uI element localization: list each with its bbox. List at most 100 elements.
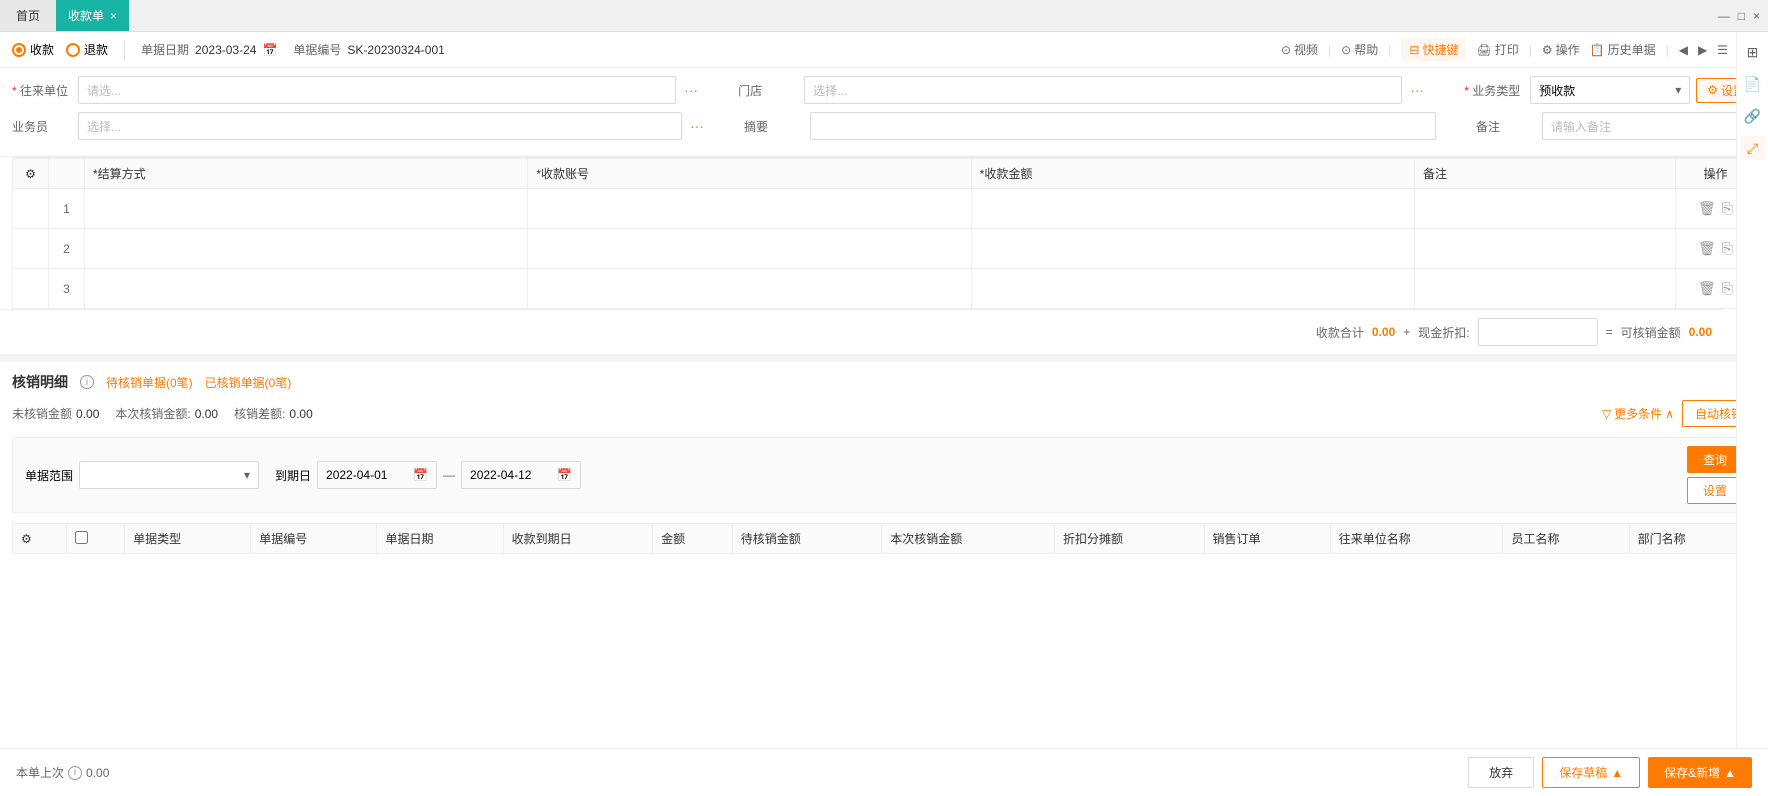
date-from-input[interactable]: 2022-04-01 📅 bbox=[317, 461, 437, 489]
business-type-field: * 业务类型 预收款 ▾ ⚙ 设置 bbox=[1464, 76, 1756, 104]
row-1-delete-icon[interactable]: 🗑 bbox=[1698, 200, 1716, 217]
filter-set-btn[interactable]: 设置 bbox=[1687, 477, 1743, 504]
salesperson-more-btn[interactable]: ··· bbox=[690, 118, 704, 134]
salesperson-input[interactable]: 选择... bbox=[78, 112, 682, 140]
business-type-label: * 业务类型 bbox=[1464, 82, 1524, 99]
view-list-icon[interactable]: ☰ bbox=[1717, 43, 1728, 57]
save-new-button[interactable]: 保存&新增 ▲ bbox=[1648, 757, 1752, 788]
bottom-info-icon[interactable]: i bbox=[68, 766, 82, 780]
select-all-checkbox[interactable] bbox=[75, 531, 88, 544]
bottom-table: ⚙ 单据类型 单据编号 单据日期 收款到期日 金额 待核销金额 本次核销金额 折… bbox=[12, 523, 1756, 554]
cash-discount-input[interactable] bbox=[1478, 318, 1598, 346]
minimize-icon[interactable]: — bbox=[1718, 9, 1730, 23]
counterpart-input[interactable]: 请选... bbox=[78, 76, 676, 104]
sidebar-document-icon[interactable]: 📄 bbox=[1741, 72, 1765, 96]
nav-next-icon[interactable]: ▶ bbox=[1698, 43, 1707, 57]
radio-dot-tuikuan bbox=[66, 43, 80, 57]
row-2-delete-icon[interactable]: 🗑 bbox=[1698, 240, 1716, 257]
store-label: 门店 bbox=[738, 82, 798, 99]
row-3-account[interactable] bbox=[528, 269, 971, 309]
store-placeholder: 选择... bbox=[813, 82, 847, 99]
row-1-account[interactable] bbox=[528, 189, 971, 229]
remark-input[interactable]: 请输入备注 bbox=[1542, 112, 1756, 140]
th-settings[interactable]: ⚙ bbox=[13, 159, 49, 189]
main-content: 收款 退款 单据日期 2023-03-24 📅 单据编号 SK-20230324… bbox=[0, 32, 1768, 796]
salesperson-label: 业务员 bbox=[12, 118, 72, 135]
row-2-copy-icon[interactable]: ⎘ bbox=[1722, 240, 1733, 257]
row-1-amount[interactable] bbox=[971, 189, 1414, 229]
store-input[interactable]: 选择... bbox=[804, 76, 1402, 104]
calendar-icon[interactable]: 📅 bbox=[262, 43, 277, 57]
right-sidebar: ⊞ 📄 🔗 ⤢ bbox=[1736, 32, 1768, 748]
business-type-select[interactable]: 预收款 ▾ bbox=[1530, 76, 1690, 104]
shortcut-btn[interactable]: ⊟ 快捷键 bbox=[1401, 38, 1466, 61]
diff-stat: 核销差额: 0.00 bbox=[234, 405, 313, 422]
bth-type: 单据类型 bbox=[125, 524, 251, 554]
print-btn[interactable]: 🖨 打印 bbox=[1476, 41, 1518, 58]
row-2-amount[interactable] bbox=[971, 229, 1414, 269]
row-2-account[interactable] bbox=[528, 229, 971, 269]
sidebar-table-icon[interactable]: ⊞ bbox=[1741, 40, 1765, 64]
table-row: 2 🗑 ⎘ bbox=[13, 229, 1756, 269]
row-3-settlement[interactable] bbox=[85, 269, 528, 309]
table-row: 1 🗑 ⎘ bbox=[13, 189, 1756, 229]
done-tab[interactable]: 已核销单据(0笔) bbox=[205, 374, 292, 391]
bth-checkbox[interactable] bbox=[66, 524, 124, 554]
store-more-btn[interactable]: ··· bbox=[1410, 82, 1424, 98]
video-btn[interactable]: ⊙ 视频 bbox=[1281, 41, 1318, 58]
tab-close-icon[interactable]: × bbox=[110, 9, 117, 23]
form-area: * 往来单位 请选... ··· 门店 选择... ··· * bbox=[0, 68, 1768, 157]
summary-input[interactable] bbox=[810, 112, 1436, 140]
close-icon[interactable]: × bbox=[1753, 9, 1760, 23]
more-filter-btn[interactable]: ▽ 更多条件 ∧ bbox=[1602, 405, 1674, 422]
radio-shoukuan[interactable]: 收款 bbox=[12, 41, 54, 58]
save-draft-button[interactable]: 保存草稿 ▲ bbox=[1542, 757, 1640, 788]
row-3-num: 3 bbox=[49, 269, 85, 309]
radio-tuikuan[interactable]: 退款 bbox=[66, 41, 108, 58]
row-1-spacer bbox=[13, 189, 49, 229]
row-3-delete-icon[interactable]: 🗑 bbox=[1698, 280, 1716, 297]
query-btn[interactable]: 查询 bbox=[1687, 446, 1743, 473]
bth-settings[interactable]: ⚙ bbox=[13, 524, 67, 554]
sidebar-expand-icon[interactable]: ⤢ bbox=[1741, 136, 1765, 160]
tab-home[interactable]: 首页 bbox=[0, 0, 56, 31]
filter-btns: 查询 设置 bbox=[1687, 446, 1743, 504]
row-2-remark[interactable] bbox=[1414, 229, 1675, 269]
form-row-2: 业务员 选择... ··· 摘要 备注 请输入备注 bbox=[12, 112, 1756, 140]
reconcile-info-icon[interactable]: i bbox=[80, 375, 94, 389]
bth-due-date: 收款到期日 bbox=[503, 524, 652, 554]
row-2-settlement[interactable] bbox=[85, 229, 528, 269]
history-btn[interactable]: 📋 历史单据 bbox=[1590, 41, 1656, 58]
help-btn[interactable]: ⊙ 帮助 bbox=[1341, 41, 1378, 58]
th-num bbox=[49, 159, 85, 189]
tab-active[interactable]: 收款单 × bbox=[56, 0, 129, 31]
reconcile-header: 核销明细 i 待核销单据(0笔) 已核销单据(0笔) bbox=[12, 372, 1756, 392]
row-1-remark[interactable] bbox=[1414, 189, 1675, 229]
number-value: SK-20230324-001 bbox=[347, 43, 444, 57]
tab-bar: 首页 收款单 × — □ × bbox=[0, 0, 1768, 32]
row-3-copy-icon[interactable]: ⎘ bbox=[1722, 280, 1733, 297]
row-2-num: 2 bbox=[49, 229, 85, 269]
maximize-icon[interactable]: □ bbox=[1738, 9, 1745, 23]
diff-value: 0.00 bbox=[289, 407, 312, 421]
calendar-from-icon[interactable]: 📅 bbox=[413, 468, 428, 482]
counterpart-more-btn[interactable]: ··· bbox=[684, 82, 698, 98]
date-to-input[interactable]: 2022-04-12 📅 bbox=[461, 461, 581, 489]
sidebar-link-icon[interactable]: 🔗 bbox=[1741, 104, 1765, 128]
row-1-copy-icon[interactable]: ⎘ bbox=[1722, 200, 1733, 217]
abandon-button[interactable]: 放弃 bbox=[1468, 757, 1534, 788]
operation-btn[interactable]: ⚙ 操作 bbox=[1542, 41, 1580, 58]
bottom-label: 本单上次 bbox=[16, 764, 64, 781]
due-date-label: 到期日 bbox=[275, 467, 311, 484]
reconcile-section: 核销明细 i 待核销单据(0笔) 已核销单据(0笔) 未核销金额 0.00 本次… bbox=[0, 354, 1768, 796]
unchecked-value: 0.00 bbox=[76, 407, 99, 421]
sum-label1: 收款合计 bbox=[1316, 324, 1364, 341]
row-3-remark[interactable] bbox=[1414, 269, 1675, 309]
this-time-stat: 本次核销金额: 0.00 bbox=[115, 405, 218, 422]
range-select[interactable]: ▾ bbox=[79, 461, 259, 489]
pending-tab[interactable]: 待核销单据(0笔) bbox=[106, 374, 193, 391]
nav-prev-icon[interactable]: ◀ bbox=[1679, 43, 1688, 57]
row-3-amount[interactable] bbox=[971, 269, 1414, 309]
row-1-settlement[interactable] bbox=[85, 189, 528, 229]
calendar-to-icon[interactable]: 📅 bbox=[557, 468, 572, 482]
